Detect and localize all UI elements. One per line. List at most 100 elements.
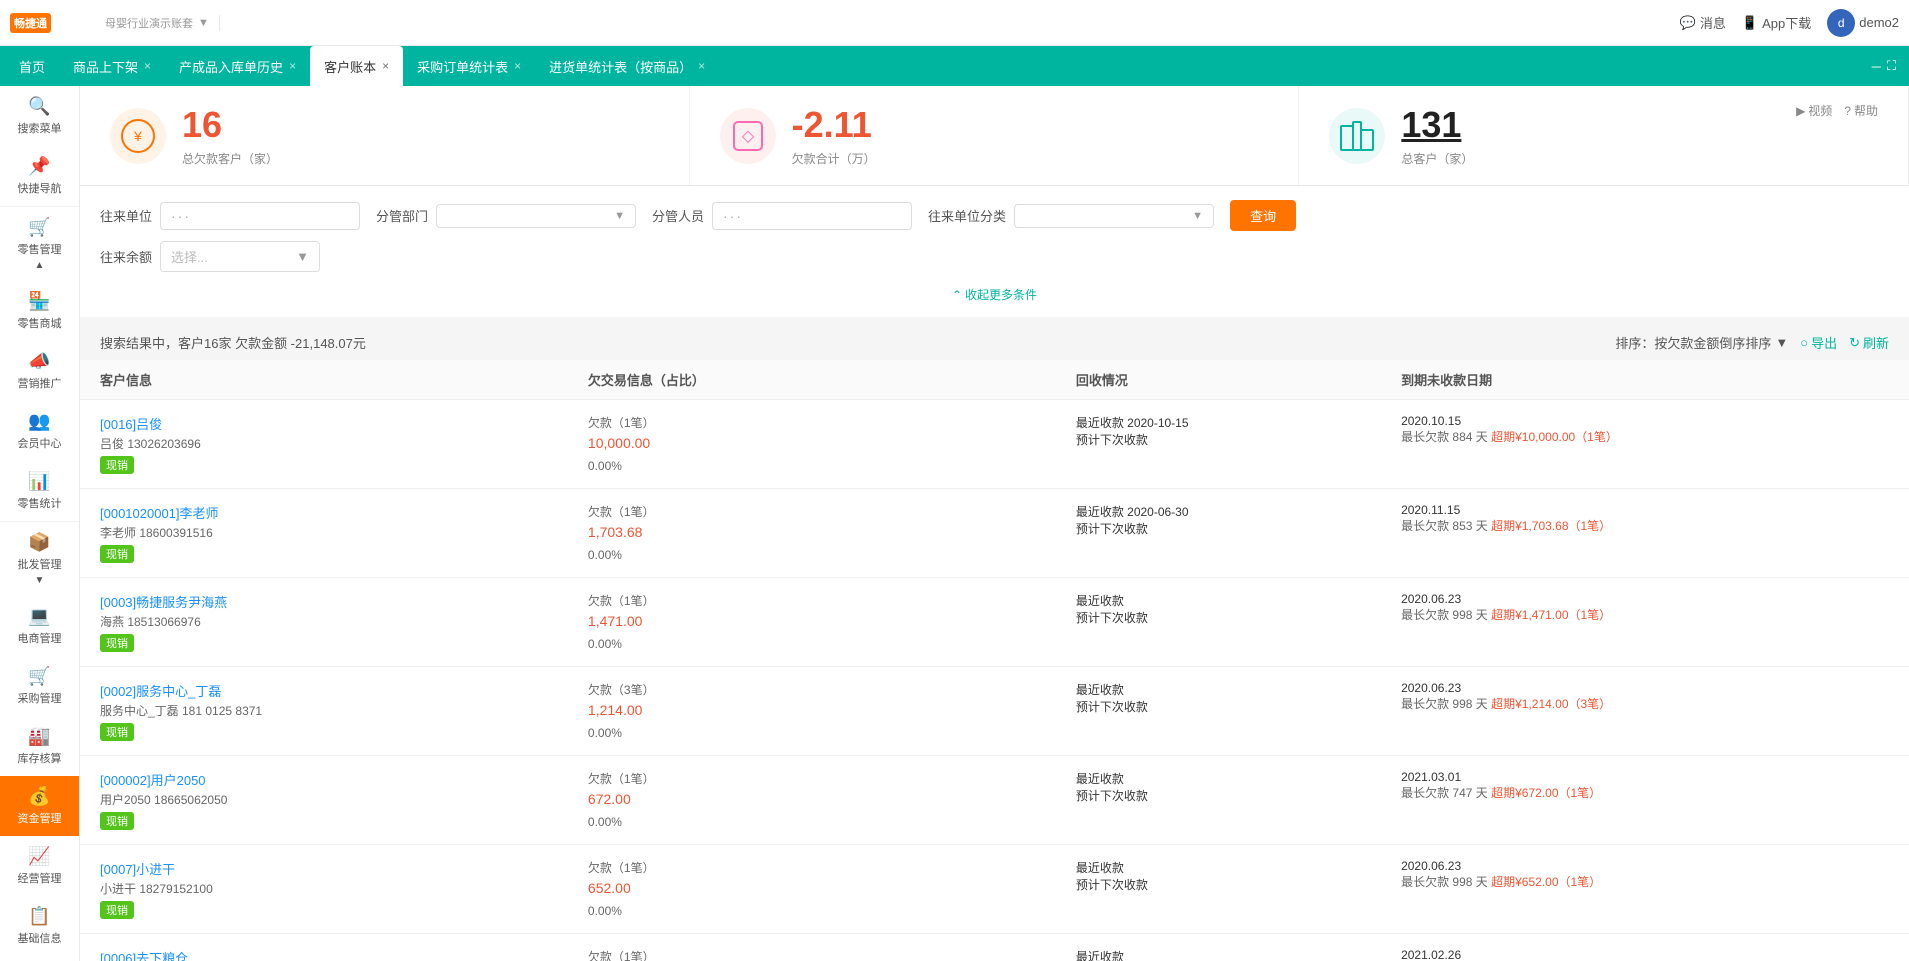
debt-amount[interactable]: 672.00 [588,791,1076,807]
customer-name[interactable]: [0006]去下粮仓 [100,948,588,961]
due-date: 2020.06.23 [1401,592,1889,606]
collapse-button[interactable]: ⌃ 收起更多条件 [100,282,1889,307]
customer-phone: 用户2050 18665062050 [100,791,588,808]
refresh-icon: ↻ [1849,335,1860,351]
sidebar-item-search[interactable]: 🔍 搜索菜单 [0,86,79,146]
debt-amount[interactable]: 1,471.00 [588,613,1076,629]
tab-home[interactable]: 首页 [5,46,59,86]
overdue-link[interactable]: 超期¥672.00（1笔） [1491,786,1601,800]
customer-name[interactable]: [0002]服务中心_丁磊 [100,681,588,700]
debt-amount[interactable]: 652.00 [588,880,1076,896]
message-button[interactable]: 💬 消息 [1680,13,1726,32]
overdue-link[interactable]: 超期¥1,214.00（3笔） [1491,697,1611,711]
sidebar-item-operation[interactable]: 📈 经营管理 [0,836,79,896]
manager-label: 分管人员 [652,206,704,225]
customer-name[interactable]: [0003]畅捷服务尹海燕 [100,592,588,611]
debt-label: 欠款（1笔） [588,503,1076,520]
close-tab-production-history[interactable]: × [289,59,296,73]
next-collect: 预计下次收款 [1076,609,1401,626]
app-download-button[interactable]: 📱 App下载 [1742,13,1811,32]
sort-dropdown-icon: ▼ [1775,335,1788,350]
debt-label: 欠款（1笔） [588,948,1076,961]
customer-info-cell: [0003]畅捷服务尹海燕 海燕 18513066976 现销 [100,592,588,652]
store-name: 母婴行业演示账套 [105,15,193,31]
tab-product-offline[interactable]: 商品上下架 × [59,46,165,86]
customer-phone: 李老师 18600391516 [100,524,588,541]
store-selector[interactable]: 母婴行业演示账套 ▼ [90,15,220,31]
sidebar-item-marketing[interactable]: 📣 营销推广 [0,341,79,401]
sidebar-item-ecommerce[interactable]: 💻 电商管理 [0,596,79,656]
debt-info-cell: 欠款（1笔） 672.00 0.00% [588,770,1076,829]
last-collect: 最近收款 [1076,859,1401,876]
sidebar-item-inventory[interactable]: 🏭 库存核算 [0,716,79,776]
operation-icon: 📈 [28,846,50,867]
dept-input[interactable]: ▼ [436,204,636,228]
sort-label: 排序：按欠款金额倒序排序 [1615,333,1771,352]
sort-select[interactable]: 排序：按欠款金额倒序排序 ▼ [1615,333,1788,352]
customer-tag: 现销 [100,634,134,652]
debt-amount[interactable]: 1,214.00 [588,702,1076,718]
guide-help-btn[interactable]: ? 帮助 [1844,102,1878,119]
search-button[interactable]: 查询 [1230,200,1296,231]
unit-class-input[interactable]: ▼ [1014,204,1214,228]
sidebar-item-basic-info[interactable]: 📋 基础信息 [0,896,79,956]
svg-text:◇: ◇ [742,128,755,145]
due-date-cell: 2020.06.23 最长欠款 998 天 超期¥1,471.00（1笔） [1401,592,1889,623]
customer-name[interactable]: [0007]小进干 [100,859,588,878]
tab-customer-account[interactable]: 客户账本 × [310,46,403,86]
debt-label: 欠款（1笔） [588,592,1076,609]
sidebar-item-purchase[interactable]: 🛒 采购管理 [0,656,79,716]
debt-amount[interactable]: 10,000.00 [588,435,1076,451]
debt-total-label: 欠款合计（万） [792,150,876,167]
debt-amount[interactable]: 1,703.68 [588,524,1076,540]
next-collect: 预计下次收款 [1076,787,1401,804]
customer-phone: 服务中心_丁磊 181 0125 8371 [100,702,588,719]
sidebar-item-finance[interactable]: 💰 资金管理 [0,776,79,836]
tab-purchase-order[interactable]: 采购订单统计表 × [403,46,535,86]
close-tab-product-offline[interactable]: × [144,59,151,73]
manager-field: 分管人员 ··· [652,202,912,230]
overdue-link[interactable]: 超期¥1,703.68（1笔） [1491,519,1611,533]
tab-purchase-goods[interactable]: 进货单统计表（按商品） × [535,46,719,86]
overdue-link[interactable]: 超期¥10,000.00（1笔） [1491,430,1618,444]
customer-name[interactable]: [0001020001]李老师 [100,503,588,522]
export-button[interactable]: ○ 导出 [1800,333,1837,352]
sidebar-item-retail-stat[interactable]: 📊 零售统计 [0,461,79,521]
balance-select[interactable]: 选择... ▼ [160,241,320,272]
close-tab-purchase-order[interactable]: × [514,59,521,73]
video-help-btn[interactable]: ▶ 视频 [1796,102,1832,119]
sidebar-item-retail-manage[interactable]: 🛒 零售管理 ▲ [0,207,79,281]
customer-name[interactable]: [000002]用户2050 [100,770,588,789]
next-collect: 预计下次收款 [1076,520,1401,537]
debt-label: 欠款（1笔） [588,414,1076,431]
sidebar-item-member[interactable]: 👥 会员中心 [0,401,79,461]
sidebar-item-quick-nav[interactable]: 📌 快捷导航 [0,146,79,206]
debt-total-amount: -2.11 [792,104,876,146]
retail-mall-icon: 🏪 [28,291,50,312]
customer-info-cell: [0007]小进干 小进干 18279152100 现销 [100,859,588,919]
total-customers-label: 总客户（家） [1401,150,1473,167]
maximize-icon[interactable]: ⛶ [1887,58,1896,74]
close-tab-purchase-goods[interactable]: × [698,59,705,73]
sidebar-item-retail-mall[interactable]: 🏪 零售商城 [0,281,79,341]
retail-manage-icon: 🛒 [28,217,50,238]
debt-info-cell: 欠款（3笔） 1,214.00 0.00% [588,681,1076,740]
last-collect: 最近收款 [1076,770,1401,787]
customer-name[interactable]: [0016]吕俊 [100,414,588,433]
user-avatar[interactable]: d demo2 [1827,9,1899,37]
close-tab-customer-account[interactable]: × [382,59,389,73]
purchase-icon: 🛒 [28,666,50,687]
sidebar-item-batch-manage[interactable]: 📦 批发管理 ▼ [0,522,79,596]
tab-production-history[interactable]: 产成品入库单历史 × [165,46,310,86]
refresh-button[interactable]: ↻ 刷新 [1849,333,1889,352]
source-unit-input[interactable]: ··· [160,202,360,230]
overdue-link[interactable]: 超期¥652.00（1笔） [1491,875,1601,889]
manager-input[interactable]: ··· [712,202,912,230]
customer-info-cell: [000002]用户2050 用户2050 18665062050 现销 [100,770,588,830]
customer-tag: 现销 [100,456,134,474]
minimize-icon[interactable]: ─ [1872,59,1881,74]
overdue-link[interactable]: 超期¥1,471.00（1笔） [1491,608,1611,622]
customer-phone: 吕俊 13026203696 [100,435,588,452]
sidebar-item-system[interactable]: ⚙️ 系统管理 [0,956,79,961]
stat-debt-customers: ¥ 16 总欠款客户（家） [80,86,690,185]
